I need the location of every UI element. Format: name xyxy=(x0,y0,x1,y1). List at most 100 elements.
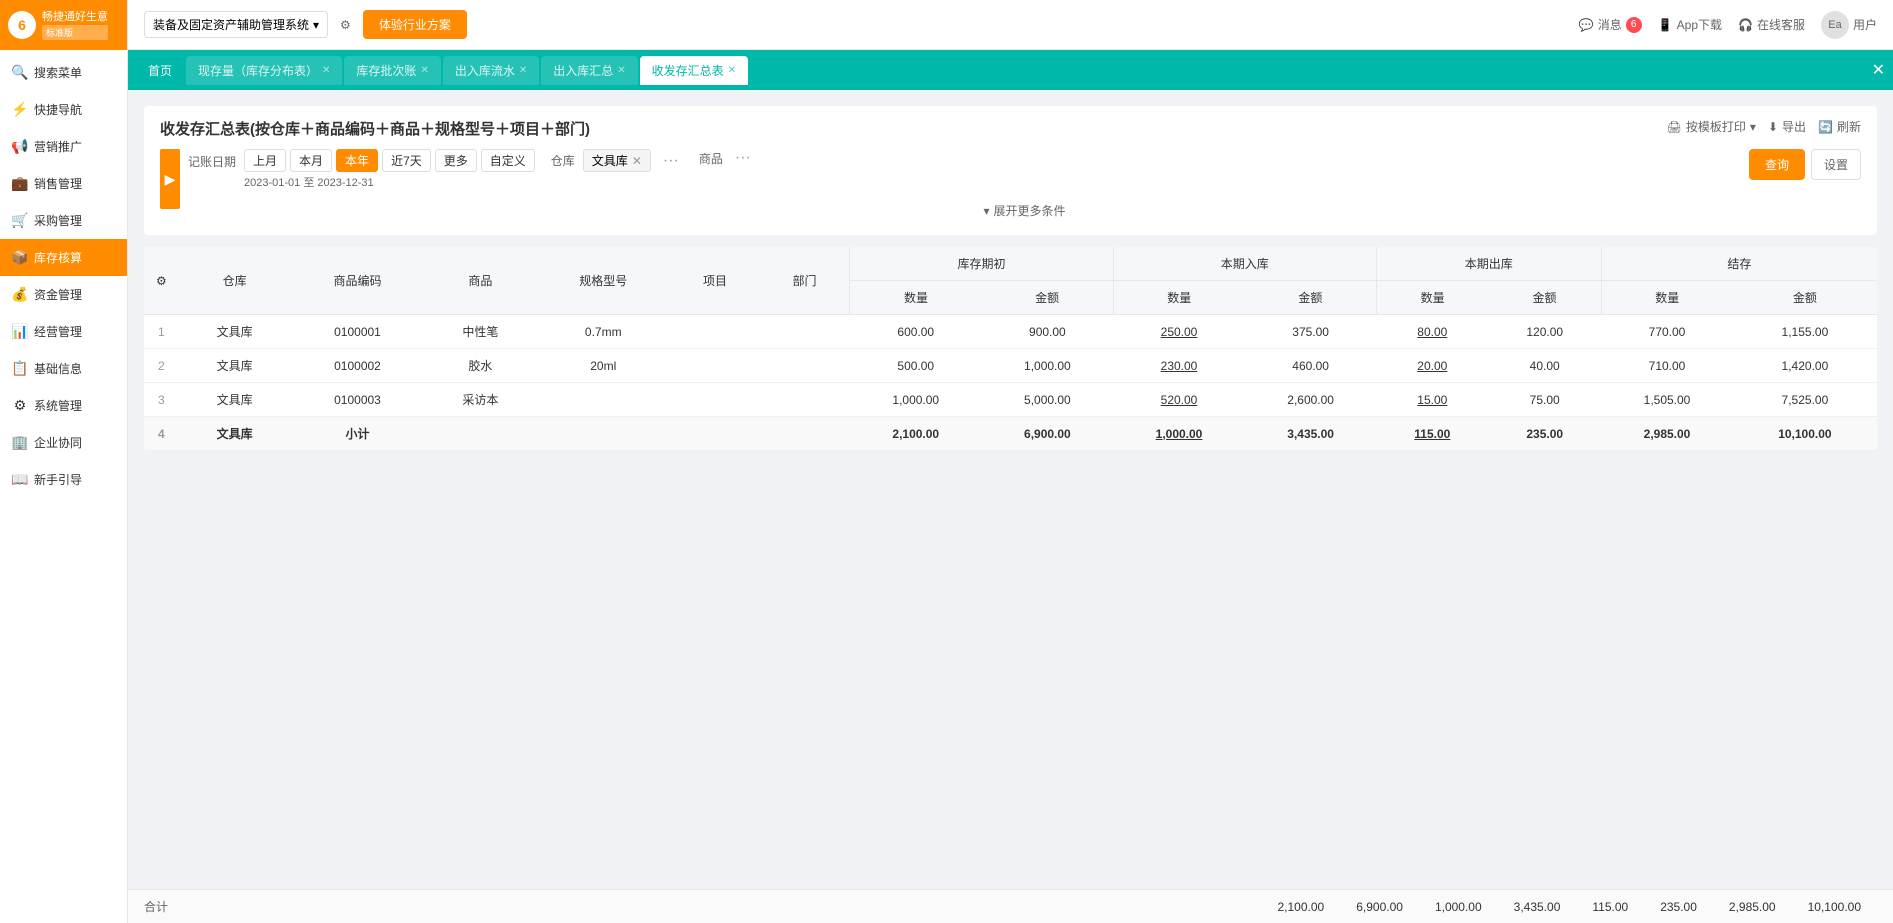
th-goods-code: 商品编码 xyxy=(290,247,424,315)
row-opening-qty: 500.00 xyxy=(850,349,982,383)
query-button[interactable]: 查询 xyxy=(1749,149,1805,180)
subtotal-in-qty[interactable]: 1,000.00 xyxy=(1113,417,1245,451)
tab-recv-send-summary[interactable]: 收发存汇总表 ✕ xyxy=(640,56,748,85)
date-btn-custom[interactable]: 自定义 xyxy=(481,149,535,172)
th-settings[interactable]: ⚙ xyxy=(144,247,179,315)
row-opening-qty: 600.00 xyxy=(850,315,982,349)
collapse-button[interactable]: ▶ xyxy=(160,149,180,209)
sidebar-item-purchase[interactable]: 🛒 采购管理 xyxy=(0,202,127,239)
subtotal-opening-qty: 2,100.00 xyxy=(850,417,982,451)
footer-opening-amount: 6,900.00 xyxy=(1356,900,1403,914)
date-btn-7days[interactable]: 近7天 xyxy=(382,149,431,172)
tab-inout-flow[interactable]: 出入库流水 ✕ xyxy=(443,56,539,85)
sidebar-item-guide[interactable]: 📖 新手引导 xyxy=(0,461,127,498)
tab-inventory-dist[interactable]: 现存量（库存分布表） ✕ xyxy=(186,56,342,85)
gear-settings[interactable]: ⚙ xyxy=(340,18,351,32)
user-action[interactable]: Ea 用户 xyxy=(1821,11,1877,39)
footer-out-amount: 235.00 xyxy=(1660,900,1697,914)
tab-batch[interactable]: 库存批次账 ✕ xyxy=(344,56,440,85)
date-btn-more[interactable]: 更多 xyxy=(435,149,477,172)
chevron-down-icon: ▾ xyxy=(1750,120,1756,134)
tabbar-close-icon[interactable]: ✕ xyxy=(1872,60,1885,80)
home-tab-label: 首页 xyxy=(148,62,172,79)
trial-button[interactable]: 体验行业方案 xyxy=(363,10,467,39)
sidebar-item-label: 企业协同 xyxy=(34,434,82,451)
sidebar-item-system[interactable]: ⚙ 系统管理 xyxy=(0,387,127,424)
app-subtitle: 标准版 xyxy=(42,25,108,40)
tab-inout-summary[interactable]: 出入库汇总 ✕ xyxy=(541,56,637,85)
date-btn-this-year[interactable]: 本年 xyxy=(336,149,378,172)
th-out-amount: 金额 xyxy=(1488,281,1601,315)
expand-conditions-btn[interactable]: ▾ 展开更多条件 xyxy=(975,198,1073,223)
row-in-qty[interactable]: 230.00 xyxy=(1113,349,1245,383)
bottom-bar: 合计 2,100.00 6,900.00 1,000.00 3,435.00 1… xyxy=(128,889,1893,923)
sidebar-item-inventory[interactable]: 📦 库存核算 xyxy=(0,239,127,276)
purchase-icon: 🛒 xyxy=(12,213,28,229)
logo-icon: 6 xyxy=(8,11,36,39)
table-row: 1 文具库 0100001 中性笔 0.7mm 600.00 900.00 25… xyxy=(144,315,1877,349)
close-icon[interactable]: ✕ xyxy=(420,65,428,76)
sales-icon: 💼 xyxy=(12,176,28,192)
row-out-amount: 120.00 xyxy=(1488,315,1601,349)
sidebar-item-finance[interactable]: 💰 资金管理 xyxy=(0,276,127,313)
inventory-icon: 📦 xyxy=(12,250,28,266)
th-closing-qty: 数量 xyxy=(1601,281,1733,315)
row-out-qty[interactable]: 20.00 xyxy=(1376,349,1488,383)
page-content: 收发存汇总表(按仓库＋商品编码＋商品＋规格型号＋项目＋部门) 🖨 按模板打印 ▾… xyxy=(128,90,1893,889)
tab-label: 现存量（库存分布表） xyxy=(198,62,318,79)
sidebar-item-quick-nav[interactable]: ⚡ 快捷导航 xyxy=(0,91,127,128)
print-action[interactable]: 🖨 按模板打印 ▾ xyxy=(1667,118,1756,135)
th-closing-group: 结存 xyxy=(1601,247,1877,281)
sidebar-item-marketing[interactable]: 📢 营销推广 xyxy=(0,128,127,165)
sidebar-item-base-info[interactable]: 📋 基础信息 xyxy=(0,350,127,387)
warehouse-tag-close[interactable]: ✕ xyxy=(632,154,642,168)
printer-icon: 🖨 xyxy=(1667,120,1682,134)
warehouse-more-btn[interactable]: ··· xyxy=(659,152,683,170)
sidebar-item-label: 资金管理 xyxy=(34,286,82,303)
date-btn-this-month[interactable]: 本月 xyxy=(290,149,332,172)
row-out-qty[interactable]: 15.00 xyxy=(1376,383,1488,417)
online-service-label: 在线客服 xyxy=(1757,16,1805,33)
row-no: 2 xyxy=(144,349,179,383)
th-goods-name: 商品 xyxy=(425,247,537,315)
search-icon: 🔍 xyxy=(12,65,28,81)
messages-badge: 6 xyxy=(1626,17,1642,33)
footer-in-amount: 3,435.00 xyxy=(1514,900,1561,914)
footer-closing-qty: 2,985.00 xyxy=(1729,900,1776,914)
operation-icon: 📊 xyxy=(12,324,28,340)
sidebar-item-sales[interactable]: 💼 销售管理 xyxy=(0,165,127,202)
sidebar-item-operation[interactable]: 📊 经营管理 xyxy=(0,313,127,350)
row-warehouse: 文具库 xyxy=(179,315,291,349)
avatar: Ea xyxy=(1821,11,1849,39)
tab-label: 收发存汇总表 xyxy=(652,62,724,79)
app-logo: 6 畅捷通好生意 标准版 xyxy=(0,0,127,50)
tab-home[interactable]: 首页 xyxy=(136,56,184,85)
row-closing-amount: 7,525.00 xyxy=(1733,383,1877,417)
subtotal-out-qty[interactable]: 115.00 xyxy=(1376,417,1488,451)
export-action[interactable]: ⬇ 导出 xyxy=(1768,118,1806,135)
settings-button[interactable]: 设置 xyxy=(1811,149,1861,180)
th-goods-spec: 规格型号 xyxy=(536,247,670,315)
close-icon[interactable]: ✕ xyxy=(519,65,527,76)
close-icon[interactable]: ✕ xyxy=(322,65,330,76)
row-in-qty[interactable]: 250.00 xyxy=(1113,315,1245,349)
app-download-action[interactable]: 📱 App下载 xyxy=(1658,16,1722,33)
system-selector[interactable]: 装备及固定资产辅助管理系统 ▾ xyxy=(144,11,328,38)
close-icon[interactable]: ✕ xyxy=(728,65,736,76)
refresh-action[interactable]: 🔄 刷新 xyxy=(1818,118,1861,135)
row-opening-amount: 900.00 xyxy=(982,315,1114,349)
date-btn-last-month[interactable]: 上月 xyxy=(244,149,286,172)
subtotal-label: 小计 xyxy=(290,417,424,451)
tab-label: 出入库流水 xyxy=(455,62,515,79)
sidebar-item-enterprise[interactable]: 🏢 企业协同 xyxy=(0,424,127,461)
base-info-icon: 📋 xyxy=(12,361,28,377)
row-out-qty[interactable]: 80.00 xyxy=(1376,315,1488,349)
sidebar-item-search[interactable]: 🔍 搜索菜单 xyxy=(0,54,127,91)
goods-more-btn[interactable]: ··· xyxy=(731,149,755,167)
app-name: 畅捷通好生意 xyxy=(42,10,108,25)
messages-action[interactable]: 💬 消息 6 xyxy=(1579,16,1642,33)
row-goods-name: 胶水 xyxy=(425,349,537,383)
row-in-qty[interactable]: 520.00 xyxy=(1113,383,1245,417)
close-icon[interactable]: ✕ xyxy=(617,65,625,76)
online-service-action[interactable]: 🎧 在线客服 xyxy=(1738,16,1805,33)
